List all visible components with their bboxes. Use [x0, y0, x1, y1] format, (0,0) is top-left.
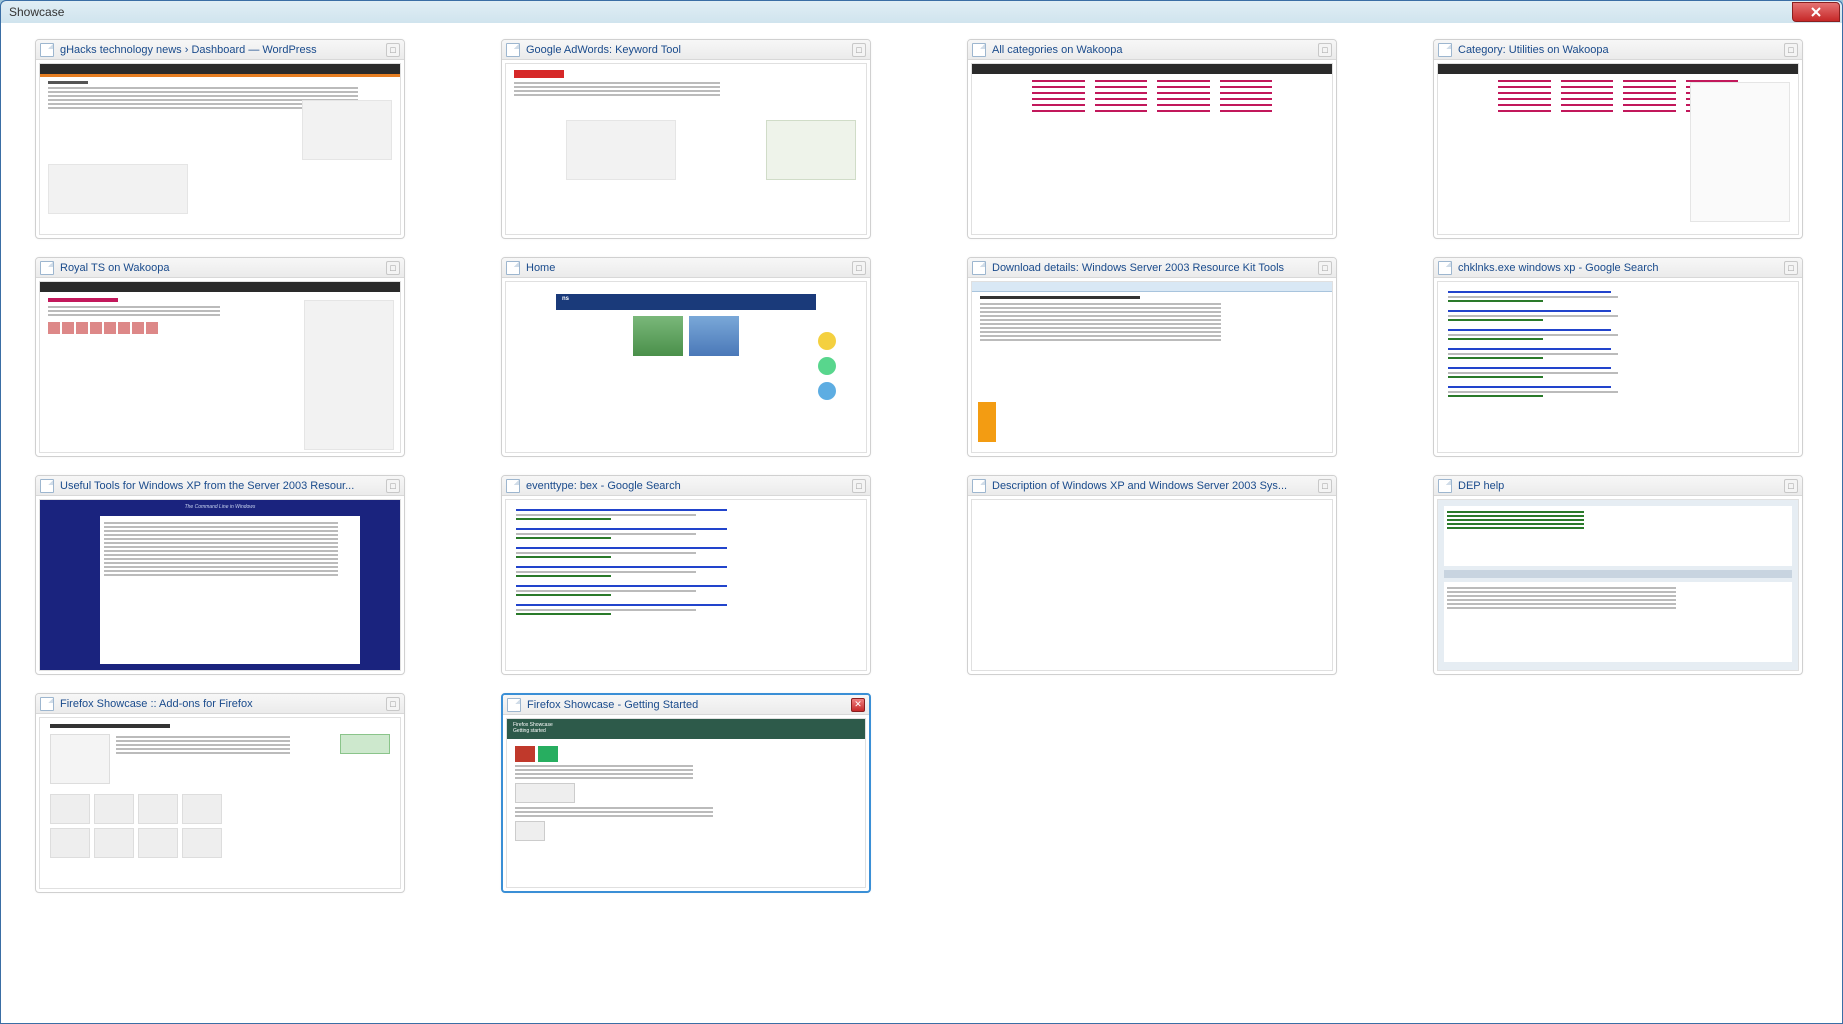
- tab-thumbnail[interactable]: [39, 281, 401, 453]
- tile-close-button[interactable]: □: [1318, 479, 1332, 493]
- tile-title: Royal TS on Wakoopa: [60, 262, 380, 274]
- tab-tile[interactable]: All categories on Wakoopa □: [967, 39, 1337, 239]
- tab-thumbnail[interactable]: [1437, 63, 1799, 235]
- page-icon: [1438, 43, 1452, 57]
- tab-thumbnail[interactable]: The Command Line in Windows: [39, 499, 401, 671]
- titlebar: Showcase: [1, 1, 1842, 23]
- page-icon: [972, 261, 986, 275]
- tile-header: Google AdWords: Keyword Tool □: [502, 40, 870, 60]
- page-icon: [1438, 261, 1452, 275]
- page-icon: [506, 479, 520, 493]
- tile-title: Useful Tools for Windows XP from the Ser…: [60, 480, 380, 492]
- tile-header: eventtype: bex - Google Search □: [502, 476, 870, 496]
- tile-close-button[interactable]: □: [852, 261, 866, 275]
- tile-title: gHacks technology news › Dashboard — Wor…: [60, 44, 380, 56]
- tile-close-button[interactable]: □: [1784, 43, 1798, 57]
- tile-close-button[interactable]: □: [386, 697, 400, 711]
- tab-thumbnail[interactable]: [1437, 499, 1799, 671]
- tile-title: Firefox Showcase :: Add-ons for Firefox: [60, 698, 380, 710]
- tile-close-button[interactable]: □: [1318, 261, 1332, 275]
- tile-header: All categories on Wakoopa □: [968, 40, 1336, 60]
- tile-title: Category: Utilities on Wakoopa: [1458, 44, 1778, 56]
- tab-thumbnail[interactable]: [971, 63, 1333, 235]
- tile-header: Royal TS on Wakoopa □: [36, 258, 404, 278]
- tile-header: Description of Windows XP and Windows Se…: [968, 476, 1336, 496]
- page-icon: [40, 43, 54, 57]
- tab-thumbnail[interactable]: [39, 717, 401, 889]
- tile-close-button[interactable]: □: [852, 43, 866, 57]
- tile-title: Description of Windows XP and Windows Se…: [992, 480, 1312, 492]
- page-icon: [507, 698, 521, 712]
- tab-grid: gHacks technology news › Dashboard — Wor…: [1, 23, 1842, 1023]
- tile-title: All categories on Wakoopa: [992, 44, 1312, 56]
- tab-tile[interactable]: Useful Tools for Windows XP from the Ser…: [35, 475, 405, 675]
- page-icon: [972, 479, 986, 493]
- tab-thumbnail[interactable]: [1437, 281, 1799, 453]
- tab-thumbnail[interactable]: ns: [505, 281, 867, 453]
- page-icon: [1438, 479, 1452, 493]
- tab-thumbnail[interactable]: [505, 499, 867, 671]
- tab-thumbnail[interactable]: [39, 63, 401, 235]
- tile-header: gHacks technology news › Dashboard — Wor…: [36, 40, 404, 60]
- page-icon: [506, 43, 520, 57]
- tab-tile[interactable]: Google AdWords: Keyword Tool □: [501, 39, 871, 239]
- tile-close-button[interactable]: □: [1318, 43, 1332, 57]
- tile-header: Useful Tools for Windows XP from the Ser…: [36, 476, 404, 496]
- tab-thumbnail[interactable]: [971, 281, 1333, 453]
- page-icon: [506, 261, 520, 275]
- tile-title: Google AdWords: Keyword Tool: [526, 44, 846, 56]
- tile-header: Download details: Windows Server 2003 Re…: [968, 258, 1336, 278]
- tile-header: DEP help □: [1434, 476, 1802, 496]
- tile-title: chklnks.exe windows xp - Google Search: [1458, 262, 1778, 274]
- tile-title: eventtype: bex - Google Search: [526, 480, 846, 492]
- tile-close-button[interactable]: □: [386, 261, 400, 275]
- window-title: Showcase: [9, 5, 64, 19]
- tab-tile[interactable]: gHacks technology news › Dashboard — Wor…: [35, 39, 405, 239]
- page-icon: [40, 697, 54, 711]
- tile-header: Home □: [502, 258, 870, 278]
- tab-tile[interactable]: Firefox Showcase - Getting Started✕Firef…: [501, 693, 871, 893]
- tab-tile[interactable]: Firefox Showcase :: Add-ons for Firefox □: [35, 693, 405, 893]
- tile-title: Firefox Showcase - Getting Started: [527, 699, 845, 711]
- tab-tile[interactable]: DEP help □: [1433, 475, 1803, 675]
- tab-tile[interactable]: eventtype: bex - Google Search □: [501, 475, 871, 675]
- tile-close-button[interactable]: ✕: [851, 698, 865, 712]
- tab-tile[interactable]: Download details: Windows Server 2003 Re…: [967, 257, 1337, 457]
- tile-header: Firefox Showcase :: Add-ons for Firefox □: [36, 694, 404, 714]
- page-icon: [40, 479, 54, 493]
- tab-tile[interactable]: Category: Utilities on Wakoopa □: [1433, 39, 1803, 239]
- tab-thumbnail[interactable]: [505, 63, 867, 235]
- tab-tile[interactable]: Royal TS on Wakoopa □: [35, 257, 405, 457]
- tile-header: chklnks.exe windows xp - Google Search □: [1434, 258, 1802, 278]
- tile-close-button[interactable]: □: [1784, 479, 1798, 493]
- page-icon: [972, 43, 986, 57]
- tab-tile[interactable]: Home □ ns: [501, 257, 871, 457]
- window-close-button[interactable]: [1792, 2, 1840, 22]
- tab-thumbnail[interactable]: [971, 499, 1333, 671]
- showcase-window: Showcase gHacks technology news › Dashbo…: [0, 0, 1843, 1024]
- tile-close-button[interactable]: □: [1784, 261, 1798, 275]
- page-icon: [40, 261, 54, 275]
- tile-close-button[interactable]: □: [386, 479, 400, 493]
- tile-header: Category: Utilities on Wakoopa □: [1434, 40, 1802, 60]
- tile-header: Firefox Showcase - Getting Started ✕: [503, 695, 869, 715]
- tile-close-button[interactable]: □: [852, 479, 866, 493]
- tile-title: DEP help: [1458, 480, 1778, 492]
- tab-tile[interactable]: Description of Windows XP and Windows Se…: [967, 475, 1337, 675]
- tile-title: Download details: Windows Server 2003 Re…: [992, 262, 1312, 274]
- tile-title: Home: [526, 262, 846, 274]
- tab-thumbnail[interactable]: Firefox ShowcaseGetting started: [506, 718, 866, 888]
- tab-tile[interactable]: chklnks.exe windows xp - Google Search □: [1433, 257, 1803, 457]
- tile-close-button[interactable]: □: [386, 43, 400, 57]
